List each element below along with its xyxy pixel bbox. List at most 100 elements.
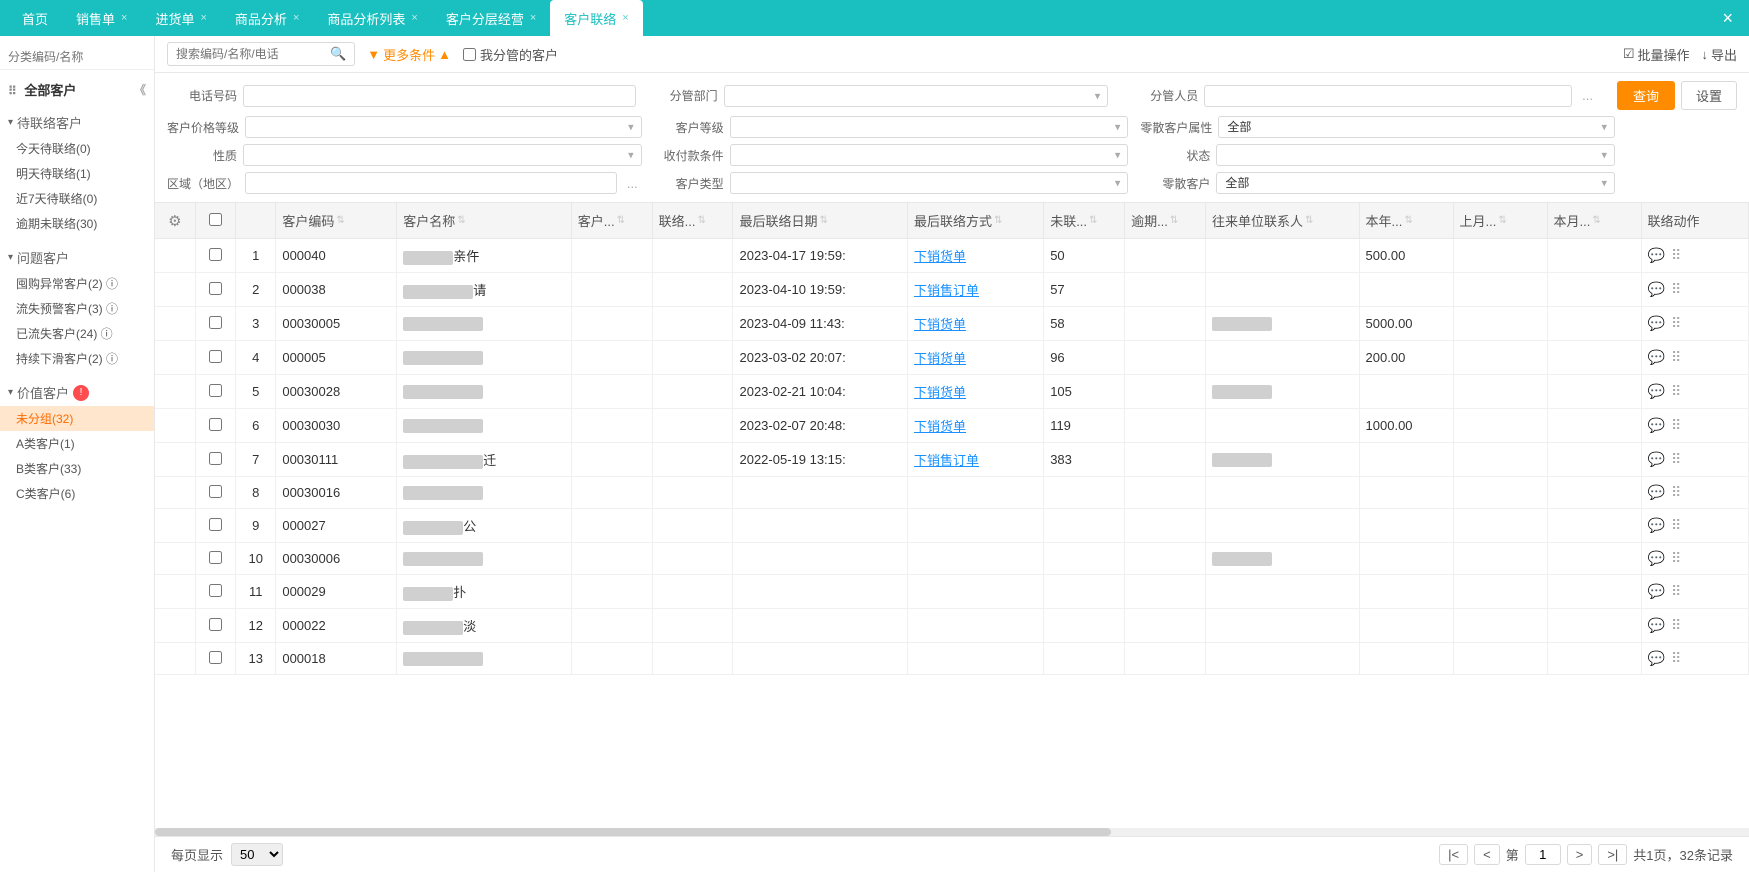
more-action-icon[interactable]: ⠿: [1671, 650, 1681, 667]
row-check[interactable]: [195, 239, 235, 273]
sidebar-item-declining[interactable]: 持续下滑客户(2) ⓘ: [0, 346, 154, 371]
sidebar-item-overdue[interactable]: 逾期未联络(30): [0, 211, 154, 236]
col-lastdate-header[interactable]: 最后联络日期: [733, 203, 908, 239]
row-check[interactable]: [195, 477, 235, 509]
contact-phone-icon[interactable]: 💬: [1648, 550, 1665, 567]
more-action-icon[interactable]: ⠿: [1671, 247, 1681, 264]
collapse-icon[interactable]: 《: [134, 81, 146, 98]
my-customers-checkbox[interactable]: [463, 48, 476, 61]
row-checkbox[interactable]: [209, 350, 222, 363]
col-code-header[interactable]: 客户编码: [276, 203, 397, 239]
contact-phone-icon[interactable]: 💬: [1648, 281, 1665, 298]
col-unit-header[interactable]: 往来单位联系人: [1205, 203, 1359, 239]
row-lastway[interactable]: 下销货单: [908, 341, 1044, 375]
search-input[interactable]: [176, 47, 326, 61]
tab-analysis[interactable]: 商品分析 ×: [221, 0, 313, 36]
nature-select[interactable]: [243, 144, 642, 166]
tab-purchase[interactable]: 进货单 ×: [141, 0, 220, 36]
col-lastmonth-header[interactable]: 上月...: [1453, 203, 1547, 239]
page-number-input[interactable]: [1525, 844, 1561, 865]
row-lastway[interactable]: [908, 543, 1044, 575]
row-lastway[interactable]: 下销售订单: [908, 443, 1044, 477]
row-check[interactable]: [195, 409, 235, 443]
lastway-link[interactable]: 下销货单: [914, 351, 966, 366]
row-checkbox[interactable]: [209, 651, 222, 664]
manager-dots[interactable]: ...: [1578, 88, 1597, 103]
row-lastway[interactable]: 下销货单: [908, 375, 1044, 409]
row-lastway[interactable]: 下销售订单: [908, 273, 1044, 307]
more-action-icon[interactable]: ⠿: [1671, 417, 1681, 434]
row-checkbox[interactable]: [209, 282, 222, 295]
row-checkbox[interactable]: [209, 316, 222, 329]
row-checkbox[interactable]: [209, 384, 222, 397]
row-check[interactable]: [195, 375, 235, 409]
col-check-header[interactable]: [195, 203, 235, 239]
tab-analysis-list[interactable]: 商品分析列表 ×: [313, 0, 431, 36]
window-close-button[interactable]: ×: [1714, 8, 1741, 29]
sidebar-item-abnormal[interactable]: 囤购异常客户(2) ⓘ: [0, 271, 154, 296]
row-lastway[interactable]: [908, 509, 1044, 543]
region-input[interactable]: [245, 172, 617, 194]
next-page-button[interactable]: >: [1567, 844, 1593, 865]
row-checkbox[interactable]: [209, 418, 222, 431]
row-checkbox[interactable]: [209, 551, 222, 564]
contact-phone-icon[interactable]: 💬: [1648, 417, 1665, 434]
batch-operation-button[interactable]: ☑ 批量操作: [1623, 45, 1690, 64]
region-dots[interactable]: ...: [623, 176, 642, 191]
row-checkbox[interactable]: [209, 518, 222, 531]
more-action-icon[interactable]: ⠿: [1671, 550, 1681, 567]
col-overdue-header[interactable]: 逾期...: [1125, 203, 1206, 239]
tab-customer-contact[interactable]: 客户联络 ×: [550, 0, 642, 36]
more-action-icon[interactable]: ⠿: [1671, 383, 1681, 400]
contact-phone-icon[interactable]: 💬: [1648, 349, 1665, 366]
contact-phone-icon[interactable]: 💬: [1648, 383, 1665, 400]
status-select[interactable]: [1216, 144, 1615, 166]
sidebar-item-churn-warning[interactable]: 流失预警客户(3) ⓘ: [0, 296, 154, 321]
more-action-icon[interactable]: ⠿: [1671, 315, 1681, 332]
row-lastway[interactable]: 下销货单: [908, 409, 1044, 443]
retail-cust-select[interactable]: 全部: [1216, 172, 1615, 194]
per-page-select[interactable]: 50 100: [231, 843, 283, 866]
group-problem-title[interactable]: ▾ 问题客户: [0, 244, 154, 271]
col-uncontact-header[interactable]: 未联...: [1044, 203, 1125, 239]
lastway-link[interactable]: 下销售订单: [914, 283, 979, 298]
price-level-select[interactable]: [245, 116, 642, 138]
close-icon[interactable]: ×: [293, 12, 299, 24]
row-lastway[interactable]: [908, 609, 1044, 643]
contact-phone-icon[interactable]: 💬: [1648, 315, 1665, 332]
cust-level-select[interactable]: [730, 116, 1129, 138]
tab-customer-segment[interactable]: 客户分层经营 ×: [432, 0, 550, 36]
row-lastway[interactable]: [908, 477, 1044, 509]
more-action-icon[interactable]: ⠿: [1671, 517, 1681, 534]
query-button[interactable]: 查询: [1617, 81, 1675, 110]
contact-phone-icon[interactable]: 💬: [1648, 617, 1665, 634]
sidebar-item-7days[interactable]: 近7天待联络(0): [0, 186, 154, 211]
row-checkbox[interactable]: [209, 485, 222, 498]
lastway-link[interactable]: 下销货单: [914, 419, 966, 434]
row-check[interactable]: [195, 643, 235, 675]
horizontal-scrollbar[interactable]: [155, 828, 1749, 836]
contact-phone-icon[interactable]: 💬: [1648, 583, 1665, 600]
row-checkbox[interactable]: [209, 618, 222, 631]
lastway-link[interactable]: 下销货单: [914, 385, 966, 400]
select-all-checkbox[interactable]: [209, 213, 222, 226]
row-check[interactable]: [195, 307, 235, 341]
scrollbar-thumb[interactable]: [155, 828, 1111, 836]
row-check[interactable]: [195, 543, 235, 575]
first-page-button[interactable]: |<: [1439, 844, 1468, 865]
more-action-icon[interactable]: ⠿: [1671, 281, 1681, 298]
row-check[interactable]: [195, 609, 235, 643]
row-lastway[interactable]: 下销货单: [908, 239, 1044, 273]
more-action-icon[interactable]: ⠿: [1671, 583, 1681, 600]
sidebar-item-churned[interactable]: 已流失客户(24) ⓘ: [0, 321, 154, 346]
row-check[interactable]: [195, 443, 235, 477]
col-contact-header[interactable]: 联络...: [652, 203, 733, 239]
sidebar-item-ungrouped[interactable]: 未分组(32): [0, 406, 154, 431]
cust-type-select[interactable]: [730, 172, 1129, 194]
sidebar-item-class-b[interactable]: B类客户(33): [0, 456, 154, 481]
sidebar-item-class-c[interactable]: C类客户(6): [0, 481, 154, 506]
row-checkbox[interactable]: [209, 452, 222, 465]
col-lastway-header[interactable]: 最后联络方式: [908, 203, 1044, 239]
prev-page-button[interactable]: <: [1474, 844, 1500, 865]
col-name-header[interactable]: 客户名称: [397, 203, 572, 239]
